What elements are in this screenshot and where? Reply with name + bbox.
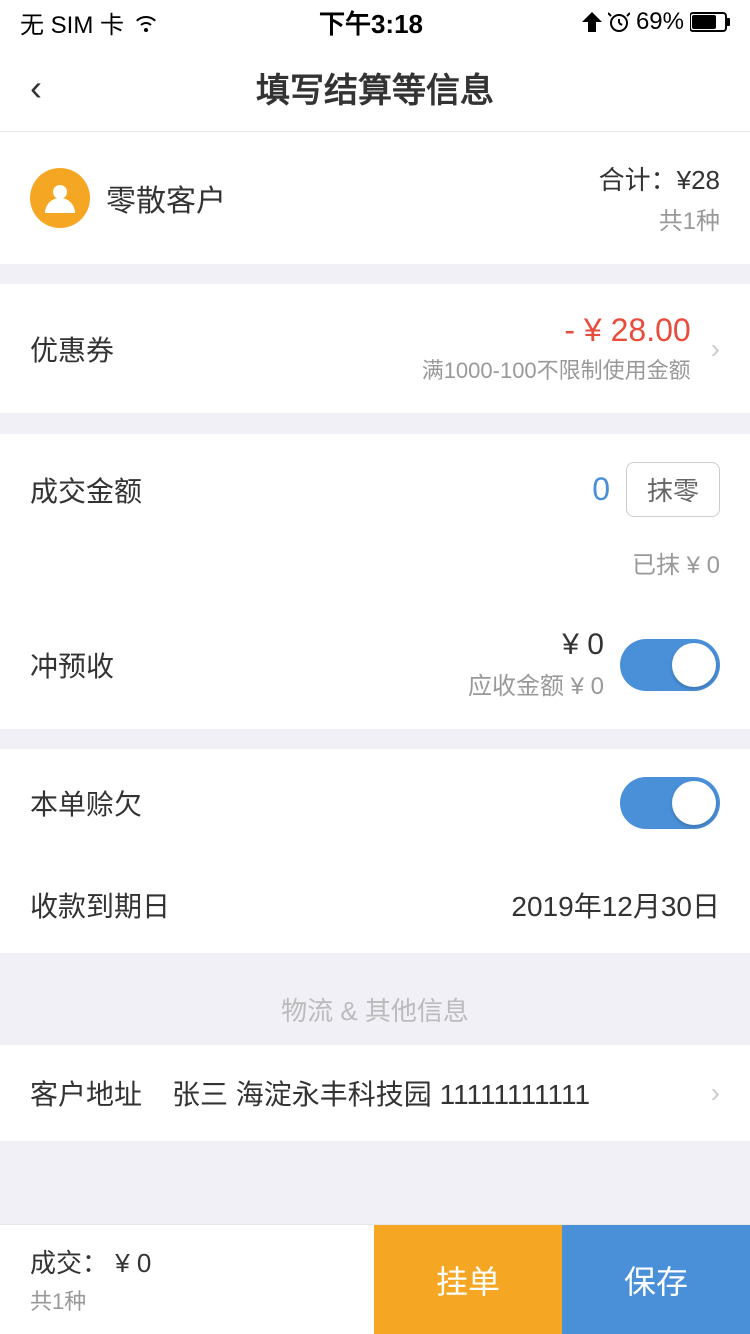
back-button[interactable]: ‹ xyxy=(30,67,42,109)
address-label: 客户地址 xyxy=(30,1073,142,1113)
bottom-info: 成交： ¥ 0 共1种 xyxy=(0,1243,374,1316)
bottom-deal-amount: ¥ 0 xyxy=(115,1248,151,1278)
coupon-label: 优惠券 xyxy=(30,329,114,369)
divider-4 xyxy=(0,953,750,973)
debt-section: 本单赊欠 收款到期日 2019年12月30日 xyxy=(0,749,750,953)
battery-text: 69% xyxy=(636,8,684,36)
prepayment-row: 冲预收 ¥ 0 应收金额 ¥ 0 xyxy=(0,600,750,729)
wifi-icon xyxy=(132,12,160,32)
bottom-deal: 成交： ¥ 0 xyxy=(30,1243,374,1280)
bottom-deal-label: 成交： xyxy=(30,1248,108,1278)
coupon-section: 优惠券 - ¥ 28.00 满1000-100不限制使用金额 › xyxy=(0,284,750,414)
customer-left: 零散客户 xyxy=(30,168,226,228)
deal-amount-row: 成交金额 0 抹零 xyxy=(0,434,750,545)
signal-text: 无 SIM 卡 xyxy=(20,5,124,40)
deal-section: 成交金额 0 抹零 已抹 ¥ 0 冲预收 ¥ 0 应收金额 ¥ 0 xyxy=(0,434,750,729)
prepayment-right: ¥ 0 应收金额 ¥ 0 xyxy=(468,628,720,701)
status-time: 下午3:18 xyxy=(319,4,423,41)
status-right: 69% xyxy=(582,8,730,36)
address-row[interactable]: 客户地址 张三 海淀永丰科技园 11111111111 › xyxy=(0,1045,750,1141)
coupon-row[interactable]: 优惠券 - ¥ 28.00 满1000-100不限制使用金额 › xyxy=(0,284,750,414)
deal-sub-text: 已抹 ¥ 0 xyxy=(30,545,720,580)
save-button[interactable]: 保存 xyxy=(562,1225,750,1334)
status-left: 无 SIM 卡 xyxy=(20,5,160,40)
debt-toggle-knob xyxy=(672,781,716,825)
location-icon xyxy=(582,12,602,32)
customer-section: 零散客户 合计：¥28 共1种 xyxy=(0,132,750,264)
prepayment-toggle-knob xyxy=(672,643,716,687)
coupon-right-side: - ¥ 28.00 满1000-100不限制使用金额 › xyxy=(422,312,720,385)
customer-name: 零散客户 xyxy=(106,176,226,220)
divider-2 xyxy=(0,414,750,434)
round-off-button[interactable]: 抹零 xyxy=(626,462,720,517)
prepayment-sub: 应收金额 ¥ 0 xyxy=(468,666,604,701)
debt-label: 本单赊欠 xyxy=(30,783,142,823)
status-bar: 无 SIM 卡 下午3:18 69% xyxy=(0,0,750,44)
debt-row: 本单赊欠 xyxy=(0,749,750,857)
divider-3 xyxy=(0,729,750,749)
pending-button[interactable]: 挂单 xyxy=(374,1225,562,1334)
due-date-label: 收款到期日 xyxy=(30,885,170,925)
bottom-count: 共1种 xyxy=(30,1284,374,1316)
customer-avatar xyxy=(30,168,90,228)
content-area: 零散客户 合计：¥28 共1种 优惠券 - ¥ 28.00 满1000-100不… xyxy=(0,132,750,1261)
total-count: 共1种 xyxy=(599,201,720,236)
deal-sub-row: 已抹 ¥ 0 xyxy=(0,545,750,600)
battery-icon xyxy=(690,11,730,33)
address-section[interactable]: 客户地址 张三 海淀永丰科技园 11111111111 › xyxy=(0,1045,750,1141)
alarm-icon xyxy=(608,11,630,33)
bottom-buttons: 挂单 保存 xyxy=(374,1225,750,1334)
logistics-label: 物流 & 其他信息 xyxy=(281,991,469,1028)
address-chevron: › xyxy=(711,1077,720,1109)
nav-bar: ‹ 填写结算等信息 xyxy=(0,44,750,132)
debt-toggle[interactable] xyxy=(620,777,720,829)
bottom-bar: 成交： ¥ 0 共1种 挂单 保存 xyxy=(0,1224,750,1334)
due-date-row: 收款到期日 2019年12月30日 xyxy=(0,857,750,953)
divider-1 xyxy=(0,264,750,284)
customer-right: 合计：¥28 共1种 xyxy=(599,160,720,236)
prepayment-label: 冲预收 xyxy=(30,645,114,685)
user-icon xyxy=(41,179,79,217)
total-label: 合计：¥28 xyxy=(599,160,720,197)
due-date-value: 2019年12月30日 xyxy=(511,885,720,925)
deal-amount-right: 0 抹零 xyxy=(592,462,720,517)
address-value: 张三 海淀永丰科技园 11111111111 xyxy=(172,1073,707,1113)
customer-row: 零散客户 合计：¥28 共1种 xyxy=(0,132,750,264)
deal-amount-value: 0 xyxy=(592,471,610,508)
coupon-desc: 满1000-100不限制使用金额 xyxy=(422,353,691,385)
coupon-value: - ¥ 28.00 满1000-100不限制使用金额 xyxy=(422,312,691,385)
coupon-chevron: › xyxy=(711,333,720,365)
logistics-divider: 物流 & 其他信息 xyxy=(0,973,750,1045)
debt-right xyxy=(620,777,720,829)
page-title: 填写结算等信息 xyxy=(256,63,494,112)
coupon-amount: - ¥ 28.00 xyxy=(422,312,691,349)
prepayment-toggle[interactable] xyxy=(620,639,720,691)
deal-amount-label: 成交金额 xyxy=(30,470,142,510)
prepayment-value: ¥ 0 xyxy=(468,628,604,662)
